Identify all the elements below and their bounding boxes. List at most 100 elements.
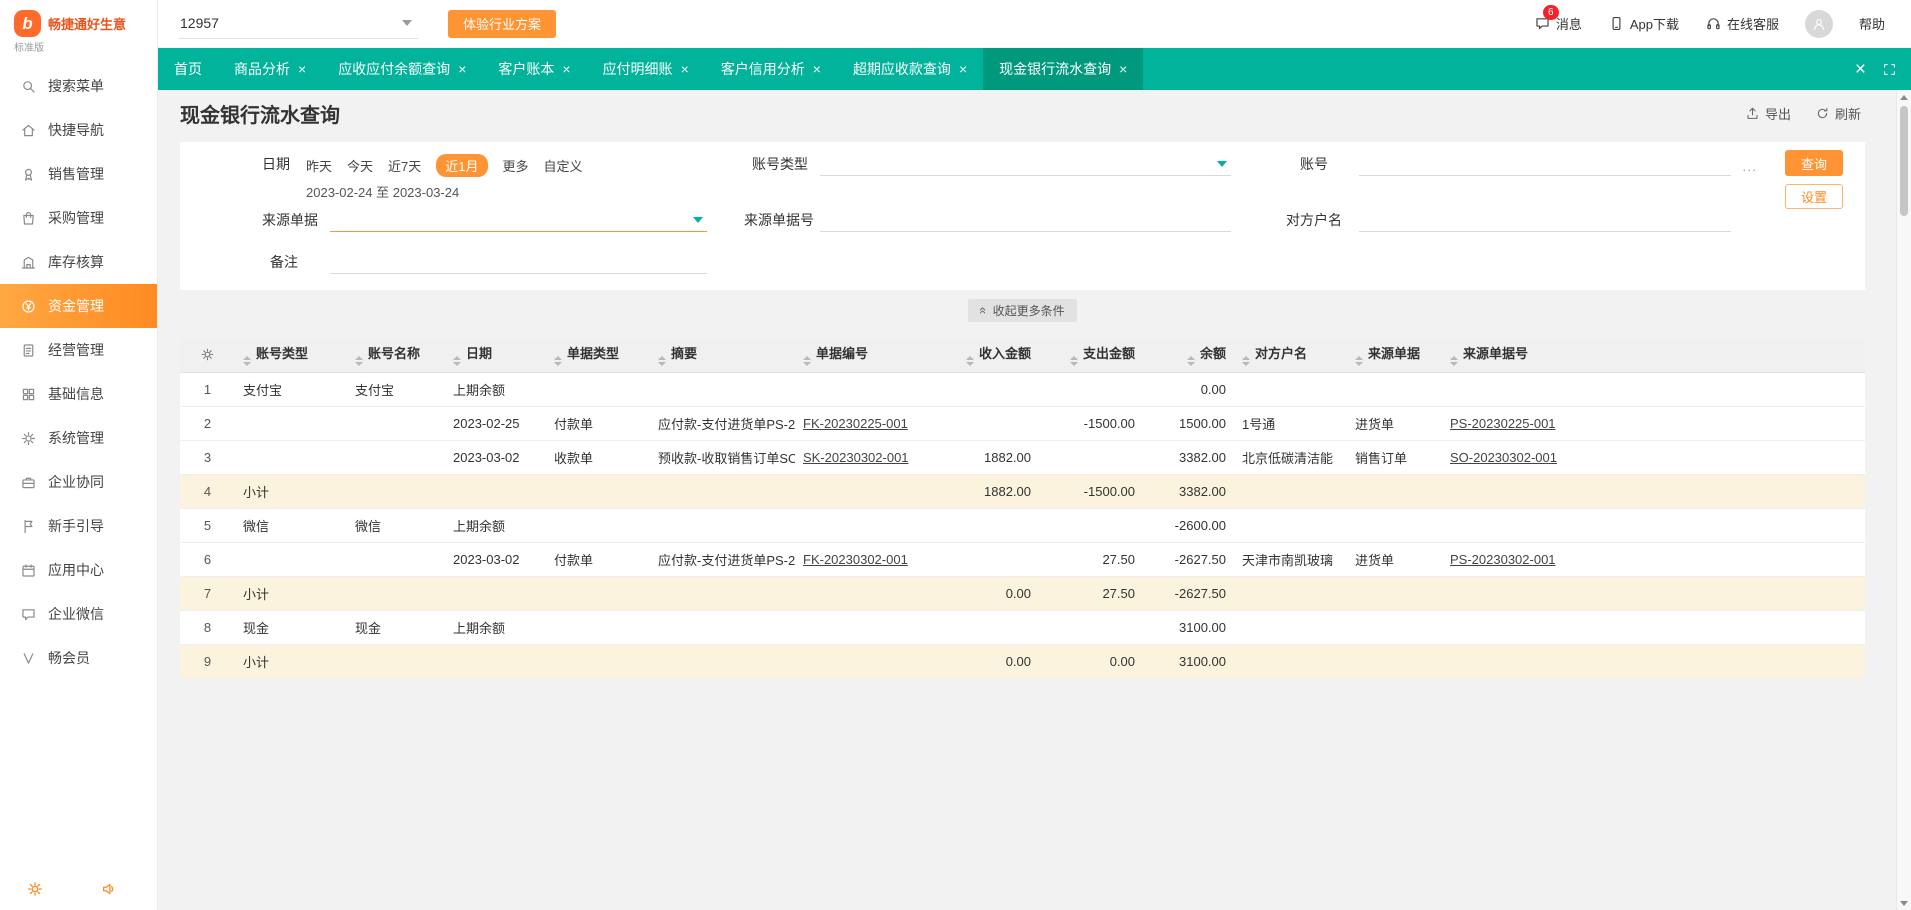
tab-ar-ap-balance-query[interactable]: 应收应付余额查询 ×	[322, 48, 482, 90]
remark-input[interactable]	[330, 248, 707, 274]
date-option-more[interactable]: 更多	[503, 156, 529, 175]
settings-button[interactable]: 设置	[1785, 184, 1843, 209]
column-header-doc-type[interactable]: 单据类型	[546, 338, 650, 373]
column-settings-gear-icon[interactable]	[180, 338, 235, 373]
tab-overdue-receivables-query[interactable]: 超期应收款查询 ×	[837, 48, 983, 90]
sort-icon[interactable]	[453, 356, 461, 367]
sort-icon[interactable]	[1242, 356, 1250, 367]
sort-icon[interactable]	[355, 356, 363, 367]
column-header-summary[interactable]: 摘要	[650, 338, 795, 373]
refresh-button[interactable]: 刷新	[1815, 104, 1861, 123]
tab-customer-ledger[interactable]: 客户账本 ×	[482, 48, 586, 90]
subtotal-row[interactable]: 9 小计 0.00 0.00 3100.00	[180, 644, 1865, 679]
doc-no-link[interactable]: SK-20230302-001	[803, 450, 909, 465]
messages-button[interactable]: 6 消息	[1534, 5, 1582, 33]
sidebar-item-inventory-accounting[interactable]: 库存核算	[0, 240, 157, 284]
sidebar-item-enterprise-collab[interactable]: 企业协同	[0, 460, 157, 504]
sort-icon[interactable]	[243, 356, 251, 367]
tab-ap-detail-ledger[interactable]: 应付明细账 ×	[587, 48, 705, 90]
doc-no-link[interactable]: FK-20230225-001	[803, 416, 908, 431]
column-header-balance[interactable]: 余额	[1143, 338, 1234, 373]
table-row[interactable]: 1 支付宝 支付宝 上期余额 0.00	[180, 372, 1865, 407]
workspace-select[interactable]: 12957	[178, 9, 418, 39]
date-option-last7days[interactable]: 近7天	[388, 156, 421, 175]
date-option-today[interactable]: 今天	[347, 156, 373, 175]
date-option-yesterday[interactable]: 昨天	[306, 156, 332, 175]
sidebar-item-search-menu[interactable]: 搜索菜单	[0, 64, 157, 108]
vertical-scrollbar[interactable]	[1896, 90, 1911, 910]
source-doc-no-input[interactable]	[820, 206, 1231, 232]
sidebar-item-app-center[interactable]: 应用中心	[0, 548, 157, 592]
table-row[interactable]: 6 2023-03-02 付款单 应付款-支付进货单PS-20 FK-20230302-…	[180, 542, 1865, 577]
export-button[interactable]: 导出	[1745, 104, 1791, 123]
user-avatar[interactable]	[1804, 9, 1833, 38]
tab-close-icon[interactable]: ×	[959, 62, 967, 76]
table-row[interactable]: 3 2023-03-02 收款单 预收款-收取销售订单SO- SK-20230302-0…	[180, 440, 1865, 475]
sidebar-item-enterprise-wechat[interactable]: 企业微信	[0, 592, 157, 636]
column-header-doc-no[interactable]: 单据编号	[795, 338, 941, 373]
scrollbar-thumb[interactable]	[1900, 106, 1908, 216]
sort-icon[interactable]	[1450, 356, 1458, 367]
sort-icon[interactable]	[965, 356, 974, 367]
online-service-button[interactable]: 在线客服	[1705, 14, 1779, 33]
announcement-speaker-icon[interactable]	[100, 880, 118, 898]
sort-icon[interactable]	[1186, 356, 1195, 367]
settings-gear-icon[interactable]	[26, 880, 44, 898]
tab-close-icon[interactable]: ×	[681, 62, 689, 76]
account-input[interactable]: ...	[1359, 150, 1756, 176]
close-all-tabs-icon[interactable]: ×	[1855, 60, 1866, 79]
sort-icon[interactable]	[1355, 356, 1363, 367]
table-row[interactable]: 8 现金 现金 上期余额 3100.00	[180, 610, 1865, 645]
sort-icon[interactable]	[803, 356, 811, 367]
tab-close-icon[interactable]: ×	[1119, 62, 1127, 76]
sort-icon[interactable]	[658, 356, 666, 367]
source-doc-no-link[interactable]: PS-20230302-001	[1450, 552, 1556, 567]
tab-close-icon[interactable]: ×	[298, 62, 306, 76]
trial-industry-plan-button[interactable]: 体验行业方案	[448, 9, 557, 38]
date-option-custom[interactable]: 自定义	[544, 156, 583, 175]
tab-close-icon[interactable]: ×	[562, 62, 570, 76]
source-doc-no-link[interactable]: PS-20230225-001	[1450, 416, 1556, 431]
source-doc-select[interactable]	[330, 206, 707, 232]
table-row[interactable]: 2 2023-02-25 付款单 应付款-支付进货单PS-20 FK-20230225-…	[180, 406, 1865, 441]
column-header-date[interactable]: 日期	[445, 338, 546, 373]
sidebar-item-sales-mgmt[interactable]: 销售管理	[0, 152, 157, 196]
query-button[interactable]: 查询	[1785, 150, 1843, 176]
tab-close-icon[interactable]: ×	[458, 62, 466, 76]
scroll-up-arrow-icon[interactable]	[1897, 90, 1911, 104]
sort-icon[interactable]	[1069, 356, 1078, 367]
tab-home[interactable]: 首页	[158, 48, 218, 90]
column-header-account-name[interactable]: 账号名称	[347, 338, 445, 373]
help-button[interactable]: 帮助	[1859, 14, 1885, 33]
doc-no-link[interactable]: FK-20230302-001	[803, 552, 908, 567]
tab-customer-credit-analysis[interactable]: 客户信用分析 ×	[705, 48, 837, 90]
tab-close-icon[interactable]: ×	[813, 62, 821, 76]
date-option-last-month[interactable]: 近1月	[436, 154, 488, 177]
collapse-more-conditions-button[interactable]: « 收起更多条件	[968, 299, 1077, 322]
column-header-income[interactable]: 收入金额	[941, 338, 1039, 373]
sidebar-item-system-mgmt[interactable]: 系统管理	[0, 416, 157, 460]
subtotal-row[interactable]: 7 小计 0.00 27.50 -2627.50	[180, 576, 1865, 611]
column-header-source-doc[interactable]: 来源单据	[1347, 338, 1442, 373]
sidebar-item-funds-mgmt[interactable]: 资金管理	[0, 284, 157, 328]
counterparty-input[interactable]	[1359, 206, 1731, 232]
sort-icon[interactable]	[554, 356, 562, 367]
account-type-select[interactable]	[820, 150, 1231, 176]
sidebar-item-beginner-guide[interactable]: 新手引导	[0, 504, 157, 548]
tab-cash-bank-flow-query[interactable]: 现金银行流水查询 ×	[983, 48, 1144, 90]
tab-product-analysis[interactable]: 商品分析 ×	[218, 48, 322, 90]
sidebar-item-purchase-mgmt[interactable]: 采购管理	[0, 196, 157, 240]
account-more-ellipsis-icon[interactable]: ...	[1742, 158, 1757, 174]
column-header-counterparty[interactable]: 对方户名	[1234, 338, 1347, 373]
scroll-down-arrow-icon[interactable]	[1897, 896, 1911, 910]
source-doc-no-link[interactable]: SO-20230302-001	[1450, 450, 1557, 465]
column-header-account-type[interactable]: 账号类型	[235, 338, 347, 373]
sidebar-item-basic-info[interactable]: 基础信息	[0, 372, 157, 416]
column-header-expense[interactable]: 支出金额	[1039, 338, 1143, 373]
sidebar-item-quick-nav[interactable]: 快捷导航	[0, 108, 157, 152]
subtotal-row[interactable]: 4 小计 1882.00 -1500.00 3382.00	[180, 474, 1865, 509]
sidebar-item-business-mgmt[interactable]: 经营管理	[0, 328, 157, 372]
column-header-source-doc-no[interactable]: 来源单据号	[1442, 338, 1621, 373]
app-download-button[interactable]: App下载	[1608, 14, 1679, 33]
fullscreen-icon[interactable]	[1882, 62, 1897, 77]
